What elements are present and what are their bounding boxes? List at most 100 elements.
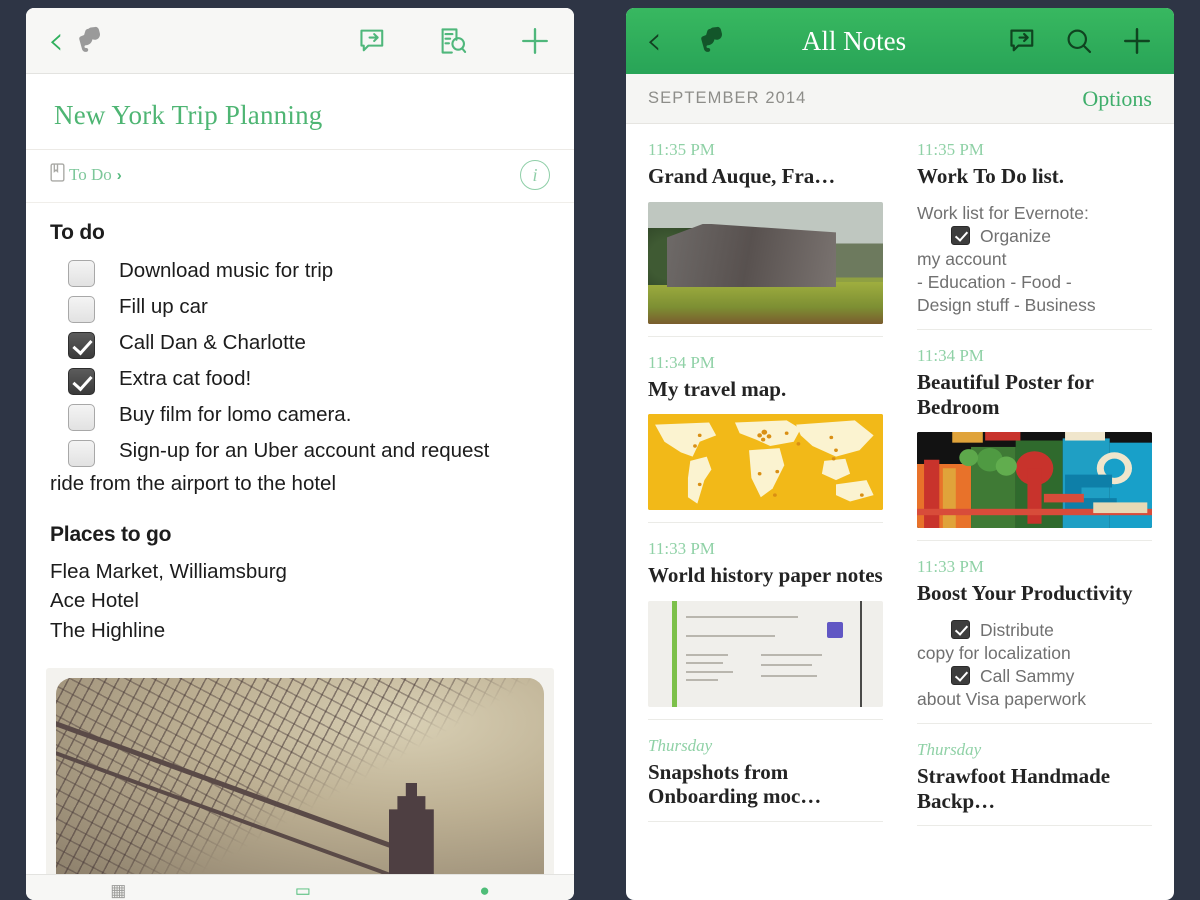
note-list-item[interactable]: Thursday Snapshots from Onboarding moc… <box>648 720 883 822</box>
checkbox-checked-icon <box>951 225 970 245</box>
note-body: To do Download music for trip Fill up ca… <box>26 203 574 646</box>
note-title: Work To Do list. <box>917 164 1065 188</box>
note-list-item[interactable]: 11:34 PM My travel map. <box>648 337 883 524</box>
note-timestamp: 11:33 PM <box>917 557 984 577</box>
note-list-item[interactable]: Thursday Strawfoot Handmade Backp… <box>917 724 1152 827</box>
handwriting-stroke <box>685 653 728 656</box>
evernote-elephant-logo <box>78 26 108 56</box>
note-list-item[interactable]: 11:33 PM World history paper notes <box>648 523 883 720</box>
evernote-elephant-logo <box>700 26 730 56</box>
checkbox-unchecked-icon[interactable] <box>68 296 95 323</box>
note-editor-phone: ‹ New York Trip Planning To Do › i To do… <box>26 8 574 900</box>
note-title: Boost Your Productivity <box>917 581 1133 606</box>
search-in-note-icon[interactable] <box>438 26 468 56</box>
handwriting-stroke <box>685 670 733 673</box>
note-list-item[interactable]: 11:33 PM Boost Your Productivity Distrib… <box>917 541 1152 725</box>
note-title: Snapshots from Onboarding moc… <box>648 759 822 809</box>
todo-item[interactable]: Download music for trip <box>50 255 550 287</box>
handwriting-stroke <box>760 674 818 677</box>
todo-item[interactable]: Fill up car <box>50 291 550 323</box>
note-title: Strawfoot Handmade Backp… <box>917 764 1111 813</box>
note-timestamp: Thursday <box>648 735 713 755</box>
place-item: Flea Market, Williamsburg <box>50 559 287 583</box>
notebook-icon <box>50 163 69 187</box>
attach-icon[interactable]: ● <box>479 882 489 899</box>
add-note-icon[interactable] <box>518 24 552 58</box>
todo-item-label: Fill up car <box>119 295 208 318</box>
note-list-item[interactable]: 11:35 PM Grand Auque, Fra… <box>648 124 883 337</box>
snippet-line-label: Distribute <box>980 619 1054 640</box>
todo-item-label: Download music for trip <box>119 259 334 282</box>
brooklyn-bridge-photo[interactable] <box>56 677 544 878</box>
note-list-item[interactable]: 11:34 PM Beautiful Poster for Bedroom <box>917 330 1152 542</box>
checkbox-checked-icon <box>951 665 970 685</box>
handwriting-stroke <box>760 653 822 656</box>
checkbox-checked-icon[interactable] <box>68 368 95 395</box>
page-title: All Notes <box>801 25 907 56</box>
add-note-icon[interactable] <box>1120 24 1154 58</box>
notes-column-right: 11:35 PM Work To Do list. Work list for … <box>900 124 1152 827</box>
handwritten-notes-thumbnail[interactable] <box>648 600 883 707</box>
checkbox-unchecked-icon[interactable] <box>68 260 95 287</box>
colorful-city-poster-thumbnail[interactable] <box>917 432 1152 529</box>
note-attachment-frame <box>46 667 554 878</box>
checkbox-unchecked-icon[interactable] <box>68 404 95 431</box>
places-section: Places to go Flea Market, Williamsburg A… <box>50 523 550 646</box>
todo-item[interactable]: Buy film for lomo camera. <box>50 399 550 431</box>
chevron-right-icon: › <box>116 166 122 184</box>
snippet-line: Call Sammy <box>917 665 1152 688</box>
world-map-thumbnail[interactable] <box>648 414 883 511</box>
handwriting-stroke <box>685 679 719 682</box>
todo-item[interactable]: Call Dan & Charlotte <box>50 327 550 359</box>
note-title: My travel map. <box>648 376 787 401</box>
share-icon[interactable] <box>1008 26 1038 56</box>
places-section-heading: Places to go <box>50 522 172 546</box>
snippet-line: Distribute <box>917 619 1152 642</box>
all-notes-toolbar: ‹ All Notes <box>626 8 1174 74</box>
note-title[interactable]: New York Trip Planning <box>26 74 574 150</box>
note-title: Grand Auque, Fra… <box>648 164 836 188</box>
todo-item-label-continued: ride from the airport to the hotel <box>50 472 337 495</box>
checkbox-checked-icon[interactable] <box>68 332 95 359</box>
notebook-margin-line <box>671 600 677 707</box>
barn-field <box>648 282 883 324</box>
barn-photo-thumbnail[interactable] <box>648 201 883 324</box>
handwriting-stroke <box>685 615 799 618</box>
checkbox-unchecked-icon[interactable] <box>68 440 95 467</box>
notes-grid: 11:35 PM Grand Auque, Fra… 11:34 PM My t… <box>626 124 1174 827</box>
back-button[interactable]: ‹ <box>646 21 662 61</box>
purple-sticker-icon <box>827 621 844 638</box>
share-icon[interactable] <box>358 26 388 56</box>
snippet-line: Organize <box>917 225 1152 248</box>
checkbox-checked-icon <box>951 619 970 639</box>
snippet-line: my account <box>917 248 1007 269</box>
note-timestamp: 11:33 PM <box>648 539 715 559</box>
todo-item[interactable]: Extra cat food! <box>50 363 550 395</box>
handwriting-stroke <box>685 634 775 637</box>
month-section-bar: SEPTEMBER 2014 Options <box>626 74 1174 124</box>
camera-icon[interactable]: ▭ <box>295 882 311 899</box>
snippet-line: Design stuff - Business <box>917 294 1096 315</box>
todo-item[interactable]: Sign-up for an Uber account and request <box>50 435 550 467</box>
todo-section-heading: To do <box>50 221 105 244</box>
note-timestamp: 11:34 PM <box>648 352 715 372</box>
snippet-line-label: Call Sammy <box>980 665 1075 686</box>
place-item: Ace Hotel <box>50 589 139 613</box>
search-icon[interactable] <box>1064 26 1094 56</box>
snippet-line-label: Organize <box>980 225 1052 246</box>
notebook-tag-row[interactable]: To Do › i <box>26 150 574 203</box>
audio-icon[interactable]: ▦ <box>110 882 126 899</box>
options-button[interactable]: Options <box>1082 86 1152 112</box>
back-button[interactable]: ‹ <box>48 21 64 61</box>
snippet-line: Work list for Evernote: <box>917 202 1089 223</box>
note-timestamp: Thursday <box>917 740 982 760</box>
note-list-item[interactable]: 11:35 PM Work To Do list. Work list for … <box>917 124 1152 331</box>
notes-column-left: 11:35 PM Grand Auque, Fra… 11:34 PM My t… <box>648 124 900 826</box>
note-timestamp: 11:35 PM <box>648 140 715 159</box>
note-snippet: Work list for Evernote: Organize my acco… <box>917 202 1152 317</box>
snippet-line: about Visa paperwork <box>917 689 1086 709</box>
info-icon[interactable]: i <box>520 160 550 190</box>
handwriting-stroke <box>760 664 813 667</box>
todo-item-label: Sign-up for an Uber account and request <box>119 439 490 462</box>
todo-item-label: Buy film for lomo camera. <box>119 403 352 426</box>
